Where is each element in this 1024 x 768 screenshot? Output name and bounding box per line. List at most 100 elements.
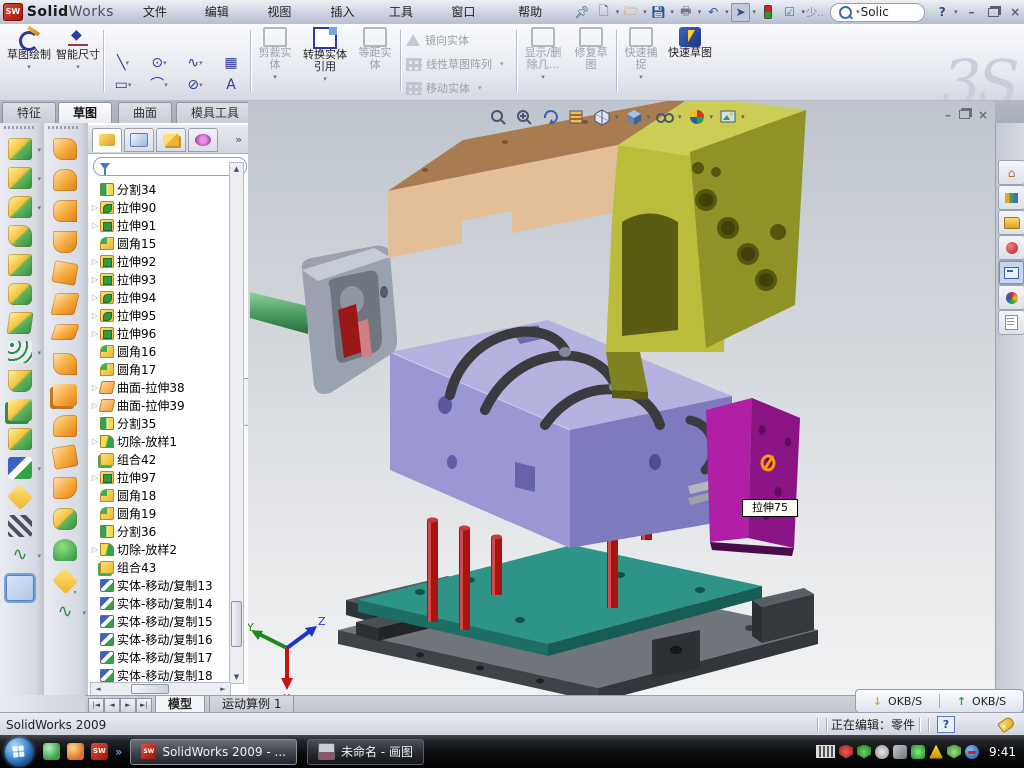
measure-tool-icon[interactable]: [6, 575, 34, 601]
tree-item[interactable]: 拉伸94: [90, 288, 228, 306]
scroll-up-icon[interactable]: ▲: [230, 165, 243, 173]
rotate-view-icon[interactable]: [539, 106, 561, 128]
tree-item[interactable]: 拉伸93: [90, 270, 228, 288]
open-dropdown-icon[interactable]: ▾: [643, 8, 647, 16]
extruded-cut-icon[interactable]: ▾: [8, 167, 32, 189]
rib-icon[interactable]: [6, 312, 33, 334]
tree-item[interactable]: 切除-放样2: [90, 540, 228, 558]
select-dropdown-icon[interactable]: ▾: [752, 8, 756, 16]
tree-item[interactable]: 拉伸97: [90, 468, 228, 486]
trim-entities-button[interactable]: 剪裁实体▾: [254, 27, 296, 83]
resources-home-icon[interactable]: ⌂: [998, 160, 1024, 185]
menu-file[interactable]: 文件(F): [132, 0, 194, 24]
tree-item[interactable]: 实体-移动/复制14: [90, 594, 228, 612]
quicklaunch-solidworks-icon[interactable]: SW: [91, 743, 108, 760]
search-input[interactable]: Solic: [861, 5, 889, 19]
smart-dimension-dropdown-icon[interactable]: ▾: [56, 61, 100, 73]
reference-axis-icon[interactable]: [8, 515, 32, 537]
pin-toolbar-icon[interactable]: 📌︎: [572, 3, 592, 22]
tree-item[interactable]: 曲面-拉伸39: [90, 396, 228, 414]
offset-surface-icon[interactable]: [53, 353, 77, 375]
expand-arrow-icon[interactable]: [90, 329, 100, 338]
sketch-dropdown-icon[interactable]: ▾: [6, 61, 52, 73]
view-orientation-dropdown-icon[interactable]: ▾: [615, 113, 619, 121]
display-delete-relations-button[interactable]: 显示/删除几...▾: [520, 27, 566, 83]
tree-item[interactable]: 分割35: [90, 414, 228, 432]
save-dropdown-icon[interactable]: ▾: [670, 8, 674, 16]
clipped-toolbar-item[interactable]: 少..: [806, 4, 824, 20]
file-explorer-icon[interactable]: [998, 210, 1024, 235]
expand-arrow-icon[interactable]: [90, 311, 100, 320]
minimize-button[interactable]: –: [963, 5, 981, 20]
revolved-surface-icon[interactable]: [53, 169, 77, 191]
display-style-icon[interactable]: [623, 106, 645, 128]
custom-properties-icon[interactable]: [998, 310, 1024, 335]
rebuild-trafficlight-icon[interactable]: [758, 3, 778, 22]
model-part-clamp-arm[interactable]: [250, 246, 397, 394]
taskbar-window-solidworks[interactable]: SW SolidWorks 2009 - ...: [130, 739, 297, 765]
print-dropdown-icon[interactable]: ▾: [698, 8, 702, 16]
tree-item[interactable]: 分割36: [90, 522, 228, 540]
menu-window[interactable]: 窗口(W): [440, 0, 507, 24]
extruded-boss-icon[interactable]: ▾: [8, 138, 32, 160]
quick-snaps-button[interactable]: 快速捕捉▾: [620, 27, 662, 83]
tree-filter-input[interactable]: [93, 157, 247, 176]
swept-boss-icon[interactable]: [8, 225, 32, 247]
tree-item[interactable]: 实体-移动/复制13: [90, 576, 228, 594]
hide-show-items-icon[interactable]: [654, 106, 676, 128]
open-document-icon[interactable]: 🗁︎: [621, 3, 641, 22]
tree-item[interactable]: 实体-移动/复制18: [90, 666, 228, 682]
selection-icon[interactable]: ▦: [214, 53, 248, 74]
repair-sketch-button[interactable]: 修复草图: [570, 27, 612, 71]
section-view-icon[interactable]: [565, 106, 587, 128]
search-box[interactable]: ▾ Solic: [830, 3, 925, 22]
zoom-area-icon[interactable]: [513, 106, 535, 128]
ruled-surface-icon[interactable]: [53, 477, 77, 499]
offset-entities-button[interactable]: 等距实体: [354, 27, 396, 71]
sync-blocked-icon[interactable]: [965, 745, 979, 759]
lofted-surface-icon[interactable]: [53, 231, 77, 253]
undo-dropdown-icon[interactable]: ▾: [725, 8, 729, 16]
tree-item[interactable]: 组合43: [90, 558, 228, 576]
network-speed-widget[interactable]: ↓OKB/S ↑OKB/S: [855, 689, 1024, 713]
doc-restore-button[interactable]: [959, 108, 970, 122]
rectangle-icon[interactable]: ▭▾: [106, 75, 140, 96]
quicklaunch-app-icon[interactable]: [67, 743, 84, 760]
options-dropdown-icon[interactable]: ▾: [802, 8, 806, 16]
tree-item[interactable]: 圆角17: [90, 360, 228, 378]
reference-plane-icon[interactable]: [7, 484, 33, 510]
tree-item[interactable]: 拉伸96: [90, 324, 228, 342]
move-entities-button[interactable]: 移动实体 ▾: [406, 78, 482, 98]
boundary-surface-icon[interactable]: [51, 260, 78, 286]
tree-item[interactable]: 拉伸91: [90, 216, 228, 234]
expand-arrow-icon[interactable]: [90, 293, 100, 302]
sketch-button[interactable]: 草图绘制▾: [6, 27, 52, 73]
search-scope-dropdown-icon[interactable]: ▾: [856, 8, 860, 16]
options-list-icon[interactable]: ☑︎: [780, 3, 800, 22]
help-icon[interactable]: ?: [932, 3, 952, 22]
fillet-icon[interactable]: ▾: [8, 196, 32, 218]
network-icon[interactable]: [911, 745, 925, 759]
mirror-entities-button[interactable]: 镜向实体: [406, 30, 469, 50]
tree-vertical-scrollbar[interactable]: ▲ ▼: [229, 162, 244, 684]
convert-entities-button[interactable]: 转换实体引用▾: [300, 27, 350, 85]
power-shield-icon[interactable]: [857, 745, 871, 759]
vertical-scroll-thumb[interactable]: [231, 601, 242, 647]
scroll-right-icon[interactable]: ►: [218, 685, 228, 693]
undo-icon[interactable]: ↶: [703, 3, 723, 22]
save-icon[interactable]: 💾︎: [649, 3, 669, 22]
tab-surfaces[interactable]: 曲面: [118, 102, 172, 123]
horizontal-scroll-thumb[interactable]: [131, 684, 169, 694]
design-library-icon[interactable]: [998, 185, 1024, 210]
antivirus-alert-icon[interactable]: [839, 745, 853, 759]
menu-insert[interactable]: 插入(I): [320, 0, 379, 24]
last-tab-icon[interactable]: ►|: [136, 698, 152, 713]
quicklaunch-messenger-icon[interactable]: [43, 743, 60, 760]
move-copy-body-icon[interactable]: ▾: [8, 457, 32, 479]
thicken-icon[interactable]: [53, 415, 77, 437]
smart-dimension-button[interactable]: 智能尺寸▾: [56, 27, 100, 73]
model-part-bracket[interactable]: [606, 101, 806, 400]
panel-overflow-icon[interactable]: »: [235, 133, 242, 146]
revolved-boss-icon[interactable]: [8, 254, 32, 276]
help-dropdown-icon[interactable]: ▾: [954, 8, 958, 16]
